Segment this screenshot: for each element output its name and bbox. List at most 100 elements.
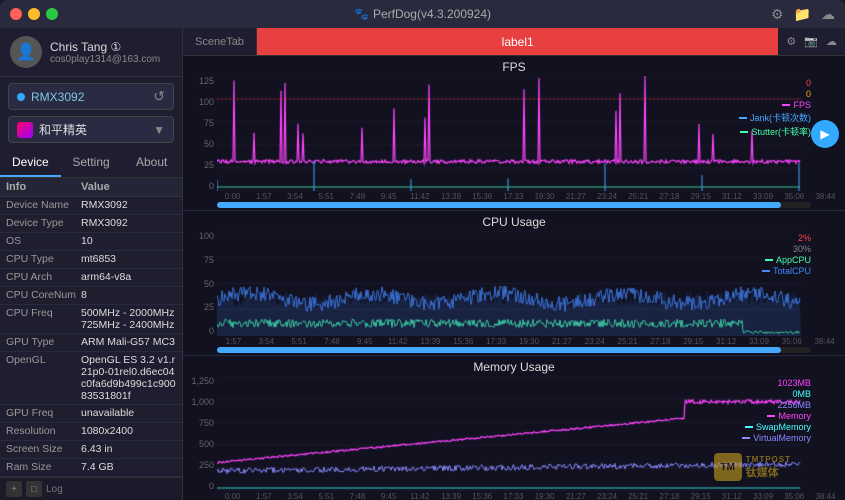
- info-key: CPU Type: [6, 253, 81, 266]
- settings-icon[interactable]: ⚙: [771, 6, 784, 23]
- username: Chris Tang ①: [50, 40, 160, 54]
- col-info-header: Info: [6, 181, 81, 193]
- table-row: CPU Freq500MHz - 2000MHz 725MHz - 2400MH…: [0, 305, 182, 334]
- app-selector[interactable]: 和平精英 ▼: [8, 116, 174, 143]
- info-key: CPU CoreNum: [6, 289, 81, 302]
- info-value: 10: [81, 235, 176, 248]
- cpu-legend: 2% 30% AppCPU TotalCPU: [762, 233, 811, 276]
- cloud-icon[interactable]: ☁: [821, 6, 835, 23]
- table-row: CPU Archarm64-v8a: [0, 269, 182, 287]
- info-value: 8: [81, 289, 176, 302]
- main-content: SceneTab label1 ⚙ 📷 ☁ FPS 125 100 75 50: [183, 28, 845, 500]
- add-scene-button[interactable]: +: [6, 481, 22, 497]
- info-key: Screen Size: [6, 443, 81, 456]
- title-icon: 🐾: [354, 7, 369, 21]
- info-value: 6.43 in: [81, 443, 176, 456]
- app-name: 和平精英: [39, 121, 87, 138]
- tab-device[interactable]: Device: [0, 149, 61, 177]
- info-key: Device Type: [6, 217, 81, 230]
- traffic-lights: [10, 8, 58, 20]
- chevron-down-icon: ▼: [153, 123, 165, 137]
- sync-icon[interactable]: ☁: [826, 35, 837, 48]
- fps-canvas-wrap: ▶ 0 0 FPS Jank(卡顿次数) Stutter(卡顿率): [217, 76, 841, 191]
- table-row: GPU TypeARM Mali-G57 MC3: [0, 334, 182, 352]
- table-row: Ram Size7.4 GB: [0, 459, 182, 477]
- avatar: 👤: [10, 36, 42, 68]
- fps-chart-inner: 125 100 75 50 25 0 ▶ 0 0: [183, 76, 845, 191]
- info-value: ARM Mali-G57 MC3: [81, 336, 176, 349]
- info-value: RMX3092: [81, 199, 176, 212]
- play-button[interactable]: ▶: [811, 120, 839, 148]
- device-name: RMX3092: [31, 90, 84, 104]
- memory-x-axis: 0:001:573:545:517:489:4511:4213:3915:361…: [217, 492, 841, 500]
- cpu-scrollbar[interactable]: [217, 347, 811, 353]
- user-profile: 👤 Chris Tang ① cos0play1314@163.com: [0, 28, 182, 77]
- titlebar: 🐾 PerfDog(v4.3.200924) ⚙ 📁 ☁: [0, 0, 845, 28]
- memory-canvas-wrap: 1023MB 0MB 2256MB Memory SwapMemory Virt…: [217, 376, 841, 491]
- memory-chart-inner: 1,250 1,000 750 500 250 0 1023MB 0MB 225…: [183, 376, 845, 491]
- col-value-header: Value: [81, 181, 176, 193]
- maximize-button[interactable]: [46, 8, 58, 20]
- cpu-chart-title: CPU Usage: [183, 215, 845, 229]
- info-key: OS: [6, 235, 81, 248]
- table-row: Device NameRMX3092: [0, 197, 182, 215]
- cpu-canvas: [217, 231, 837, 336]
- info-key: CPU Freq: [6, 307, 81, 331]
- table-row: OS10: [0, 233, 182, 251]
- sidebar: 👤 Chris Tang ① cos0play1314@163.com RMX3…: [0, 28, 183, 500]
- cpu-y-axis: 100 75 50 25 0: [187, 231, 217, 336]
- folder-icon[interactable]: 📁: [794, 6, 811, 23]
- info-key: Device Name: [6, 199, 81, 212]
- info-value: mt6853: [81, 253, 176, 266]
- cpu-chart-block: CPU Usage 100 75 50 25 0 2% 30%: [183, 211, 845, 356]
- info-value: arm64-v8a: [81, 271, 176, 284]
- info-key: CPU Arch: [6, 271, 81, 284]
- log-icon: □: [26, 481, 42, 497]
- info-key: GPU Type: [6, 336, 81, 349]
- info-value: 500MHz - 2000MHz 725MHz - 2400MHz: [81, 307, 176, 331]
- fps-chart-title: FPS: [183, 60, 845, 74]
- scene-bar-icons: ⚙ 📷 ☁: [778, 28, 845, 55]
- device-selector[interactable]: RMX3092 ↺: [8, 83, 174, 110]
- log-label: Log: [46, 484, 63, 495]
- screenshot-icon[interactable]: 📷: [804, 35, 818, 48]
- table-row: Device TypeRMX3092: [0, 215, 182, 233]
- user-email: cos0play1314@163.com: [50, 54, 160, 65]
- info-key: OpenGL: [6, 354, 81, 402]
- cpu-chart-inner: 100 75 50 25 0 2% 30% AppCPU TotalCPU: [183, 231, 845, 336]
- table-row: Resolution1080x2400: [0, 423, 182, 441]
- table-row: CPU Typemt6853: [0, 251, 182, 269]
- fps-y-axis: 125 100 75 50 25 0: [187, 76, 217, 191]
- info-table-header: Info Value: [0, 178, 182, 197]
- fps-scrollbar-thumb[interactable]: [217, 202, 781, 208]
- table-row: OpenGLOpenGL ES 3.2 v1.r21p0-01rel0.d6ec…: [0, 352, 182, 405]
- minimize-button[interactable]: [28, 8, 40, 20]
- tab-setting[interactable]: Setting: [61, 149, 122, 177]
- watermark: TM TMTPOST 钛媒体: [714, 453, 791, 481]
- tab-about[interactable]: About: [121, 149, 182, 177]
- user-info: Chris Tang ① cos0play1314@163.com: [50, 40, 160, 65]
- settings2-icon[interactable]: ⚙: [786, 35, 796, 48]
- cpu-scrollbar-thumb[interactable]: [217, 347, 781, 353]
- titlebar-actions: ⚙ 📁 ☁: [771, 6, 835, 23]
- sidebar-bottom-bar: + □ Log: [0, 477, 182, 500]
- main-container: 👤 Chris Tang ① cos0play1314@163.com RMX3…: [0, 28, 845, 500]
- fps-chart-block: FPS 125 100 75 50 25 0 ▶: [183, 56, 845, 211]
- table-row: CPU CoreNum8: [0, 287, 182, 305]
- watermark-logo: TM: [714, 453, 742, 481]
- refresh-icon[interactable]: ↺: [153, 88, 165, 105]
- memory-legend: 1023MB 0MB 2256MB Memory SwapMemory Virt…: [742, 378, 811, 443]
- info-key: Resolution: [6, 425, 81, 438]
- app-icon: [17, 122, 33, 138]
- fps-scrollbar[interactable]: [217, 202, 811, 208]
- info-value: OpenGL ES 3.2 v1.r21p0-01rel0.d6ec04c0fa…: [81, 354, 176, 402]
- charts-area: FPS 125 100 75 50 25 0 ▶: [183, 56, 845, 500]
- cpu-x-axis: 1:573:545:517:489:4511:4213:3915:3617:33…: [217, 337, 841, 346]
- close-button[interactable]: [10, 8, 22, 20]
- window-title: 🐾 PerfDog(v4.3.200924): [354, 7, 491, 21]
- watermark-text: 钛媒体: [746, 464, 791, 480]
- label1-tab[interactable]: label1: [257, 28, 778, 55]
- table-row: GPU Frequnavailable: [0, 405, 182, 423]
- scene-tab-label[interactable]: SceneTab: [183, 28, 257, 55]
- memory-chart-block: Memory Usage 1,250 1,000 750 500 250 0 1…: [183, 356, 845, 500]
